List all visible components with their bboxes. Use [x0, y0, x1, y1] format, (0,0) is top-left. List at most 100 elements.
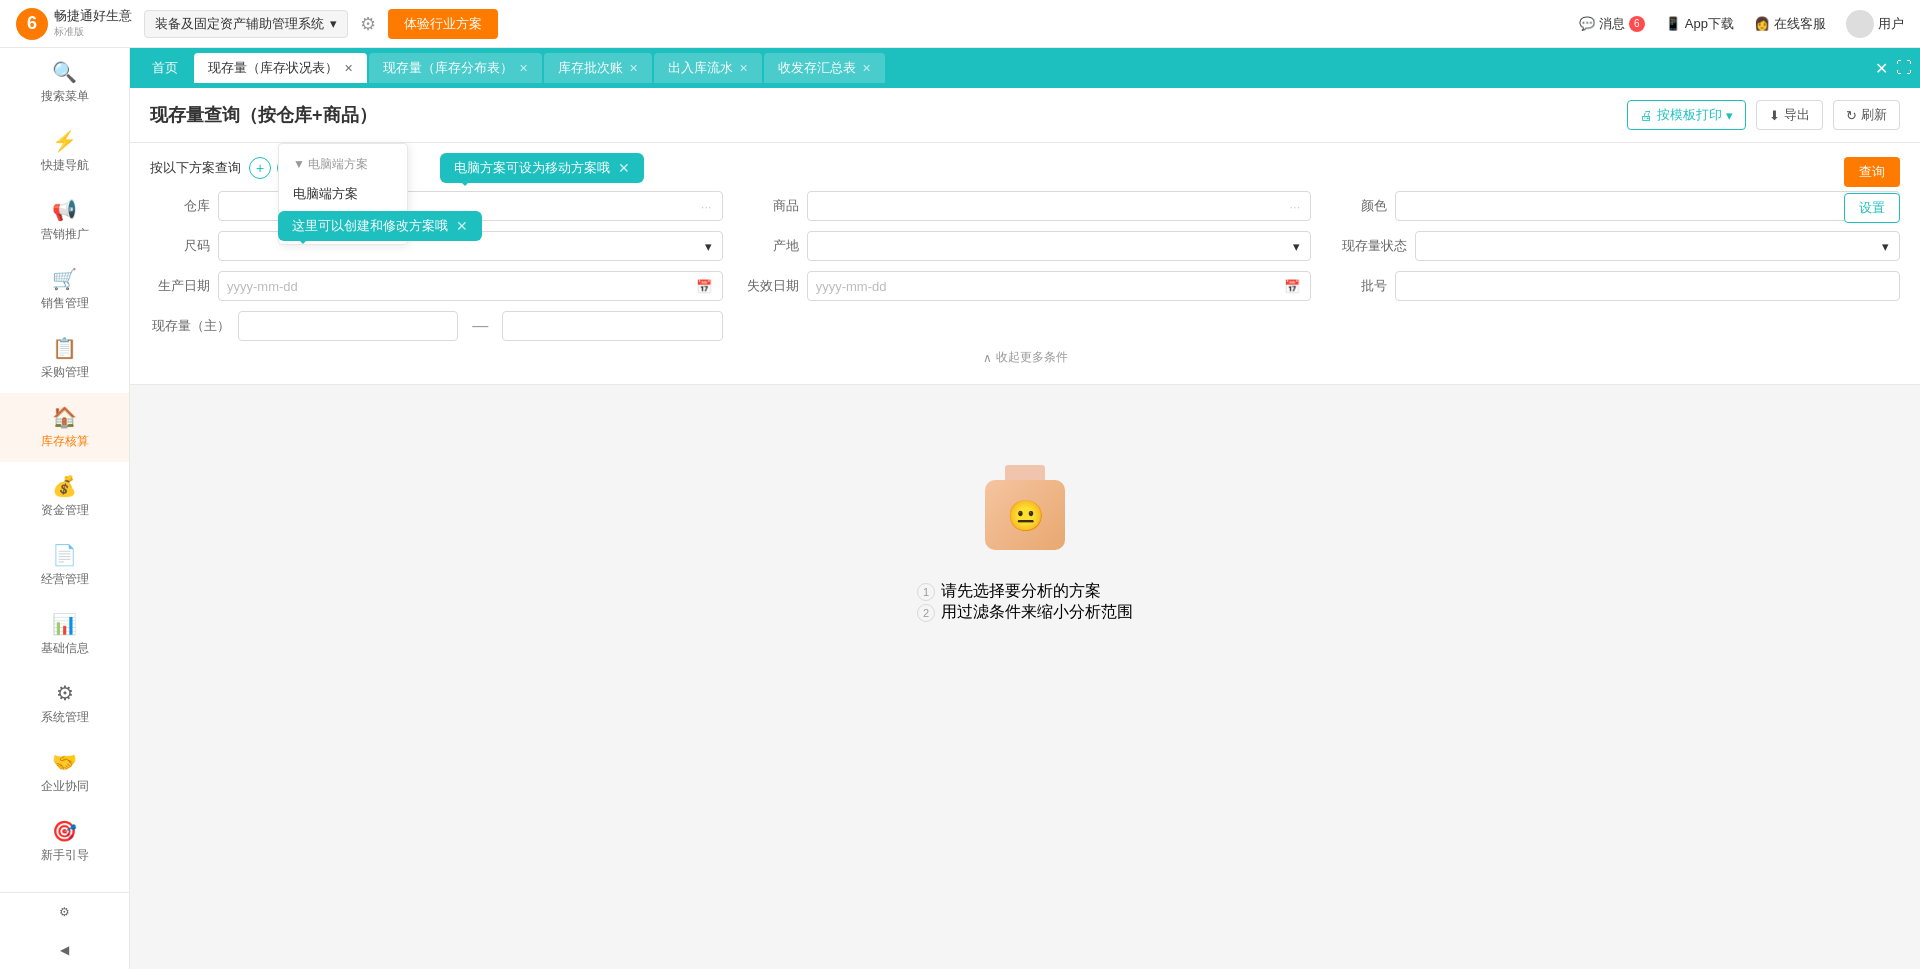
search-button[interactable]: 查询: [1844, 157, 1900, 187]
sidebar-item-system[interactable]: ⚙ 系统管理: [0, 669, 129, 738]
batch-input[interactable]: [1395, 271, 1900, 301]
tab-batch-ledger[interactable]: 库存批次账 ✕: [544, 53, 652, 83]
industry-button[interactable]: 体验行业方案: [388, 9, 498, 39]
empty-face-emoji: 😐: [1007, 498, 1044, 533]
sidebar-settings-button[interactable]: ⚙: [0, 893, 129, 931]
message-badge: 6: [1629, 16, 1645, 32]
user-menu[interactable]: 用户: [1846, 10, 1904, 38]
empty-box-lid: [1005, 465, 1045, 480]
logo: 6 畅捷通好生意 标准版: [16, 8, 132, 40]
tab-collect-summary[interactable]: 收发存汇总表 ✕: [764, 53, 885, 83]
enterprise-icon: 🤝: [52, 750, 77, 774]
step-2-text: 用过滤条件来缩小分析范围: [941, 602, 1133, 623]
tab-expand-icon[interactable]: ⛶: [1896, 59, 1912, 77]
sidebar-collapse-button[interactable]: ◀: [0, 931, 129, 969]
tab-inventory-status-label: 现存量（库存状况表）: [208, 59, 338, 77]
sidebar-item-finance[interactable]: 💰 资金管理: [0, 462, 129, 531]
tab-inventory-dist-close[interactable]: ✕: [519, 62, 528, 75]
tab-inout-flow-label: 出入库流水: [668, 59, 733, 77]
expire-date-calendar-icon[interactable]: 📅: [1284, 279, 1300, 294]
phone-icon: 📱: [1665, 16, 1681, 31]
tab-batch-ledger-close[interactable]: ✕: [629, 62, 638, 75]
base-icon: 📊: [52, 612, 77, 636]
sidebar-item-marketing[interactable]: 📢 营销推广: [0, 186, 129, 255]
tab-inventory-status-close[interactable]: ✕: [344, 62, 353, 75]
expire-date-placeholder: yyyy-mm-dd: [816, 279, 887, 294]
print-button[interactable]: 🖨 按模板打印 ▾: [1627, 100, 1746, 130]
expire-date-input[interactable]: yyyy-mm-dd 📅: [807, 271, 1312, 301]
sidebar-item-nav[interactable]: ⚡ 快捷导航: [0, 117, 129, 186]
settings-button[interactable]: 设置: [1844, 193, 1900, 223]
empty-step-2: 2 用过滤条件来缩小分析范围: [917, 602, 1133, 623]
add-scheme-button[interactable]: +: [249, 157, 271, 179]
filter-field-origin: 产地 ▾: [739, 231, 1312, 261]
sidebar-label-marketing: 营销推广: [41, 226, 89, 243]
top-bar-left: 6 畅捷通好生意 标准版 装备及固定资产辅助管理系统 ▾ ⚙ 体验行业方案: [16, 8, 498, 40]
export-button[interactable]: ⬇ 导出: [1756, 100, 1823, 130]
empty-box-shape: 😐: [985, 480, 1065, 550]
sidebar-label-system: 系统管理: [41, 709, 89, 726]
sidebar-item-base[interactable]: 📊 基础信息: [0, 600, 129, 669]
color-label: 颜色: [1327, 197, 1387, 215]
sidebar-label-search: 搜索菜单: [41, 88, 89, 105]
export-label: 导出: [1784, 106, 1810, 124]
scheme-section-pc: ▼ 电脑端方案: [279, 152, 407, 177]
system-icon: ⚙: [56, 681, 74, 705]
tab-inventory-dist-label: 现存量（库存分布表）: [383, 59, 513, 77]
warehouse-label: 仓库: [150, 197, 210, 215]
sidebar-item-inventory[interactable]: 🏠 库存核算: [0, 393, 129, 462]
goods-input[interactable]: ···: [807, 191, 1312, 221]
stock-qty-max-input[interactable]: [502, 311, 722, 341]
tooltip1-close[interactable]: ✕: [618, 160, 630, 176]
produce-date-calendar-icon[interactable]: 📅: [696, 279, 712, 294]
stock-qty-min-input[interactable]: [238, 311, 458, 341]
messages-button[interactable]: 💬 消息 6: [1579, 15, 1645, 33]
tab-inout-flow-close[interactable]: ✕: [739, 62, 748, 75]
produce-date-placeholder: yyyy-mm-dd: [227, 279, 298, 294]
refresh-button[interactable]: ↻ 刷新: [1833, 100, 1900, 130]
gear-icon[interactable]: ⚙: [360, 13, 376, 35]
step-1-text: 请先选择要分析的方案: [941, 581, 1101, 602]
filter-field-stock-qty: 现存量（主） —: [150, 311, 723, 341]
system-selector[interactable]: 装备及固定资产辅助管理系统 ▾: [144, 10, 348, 38]
filter-header: 按以下方案查询 + ✎ ← ▼ 电脑端方案 电脑端方案: [150, 157, 1900, 179]
tooltip2-close[interactable]: ✕: [456, 218, 468, 234]
sidebar-bottom: ⚙ ◀: [0, 892, 129, 969]
sidebar-item-search[interactable]: 🔍 搜索菜单: [0, 48, 129, 117]
filter-field-expire-date: 失效日期 yyyy-mm-dd 📅: [739, 271, 1312, 301]
sidebar-item-operation[interactable]: 📄 经营管理: [0, 531, 129, 600]
goods-label: 商品: [739, 197, 799, 215]
filter-collapse-button[interactable]: ∧ 收起更多条件: [150, 341, 1900, 374]
sidebar-item-guide[interactable]: 🎯 新手引导: [0, 807, 129, 876]
scheme-item-pc[interactable]: 电脑端方案: [279, 177, 407, 211]
main-layout: 🔍 搜索菜单 ⚡ 快捷导航 📢 营销推广 🛒 销售管理 📋 采购管理 🏠 库存核…: [0, 48, 1920, 969]
size-label: 尺码: [150, 237, 210, 255]
sidebar-item-enterprise[interactable]: 🤝 企业协同: [0, 738, 129, 807]
top-bar-right: 💬 消息 6 📱 App下载 👩 在线客服 用户: [1579, 10, 1904, 38]
origin-select[interactable]: ▾: [807, 231, 1312, 261]
online-service-button[interactable]: 👩 在线客服: [1754, 15, 1826, 33]
produce-date-input[interactable]: yyyy-mm-dd 📅: [218, 271, 723, 301]
tab-collect-summary-close[interactable]: ✕: [862, 62, 871, 75]
collapse-label: 收起更多条件: [996, 349, 1068, 366]
message-label: 消息: [1599, 15, 1625, 33]
app-download-button[interactable]: 📱 App下载: [1665, 15, 1734, 33]
collapse-chevron-icon: ∧: [983, 351, 992, 365]
stock-status-select[interactable]: ▾: [1415, 231, 1900, 261]
page-title: 现存量查询（按仓库+商品）: [150, 103, 377, 127]
tab-inventory-dist[interactable]: 现存量（库存分布表） ✕: [369, 53, 542, 83]
color-select[interactable]: ▾: [1395, 191, 1900, 221]
sidebar-item-purchase[interactable]: 📋 采购管理: [0, 324, 129, 393]
tab-inventory-status[interactable]: 现存量（库存状况表） ✕: [194, 53, 367, 83]
filter-area: 电脑方案可设为移动方案哦 ✕ 这里可以创建和修改方案哦 ✕ 按以下方案查询 + …: [130, 143, 1920, 385]
finance-icon: 💰: [52, 474, 77, 498]
filter-field-produce-date: 生产日期 yyyy-mm-dd 📅: [150, 271, 723, 301]
sidebar-item-sales[interactable]: 🛒 销售管理: [0, 255, 129, 324]
print-label: 按模板打印: [1657, 106, 1722, 124]
tab-home[interactable]: 首页: [138, 53, 192, 83]
tab-inout-flow[interactable]: 出入库流水 ✕: [654, 53, 762, 83]
tab-close-all-icon[interactable]: ✕: [1875, 59, 1888, 78]
tab-home-label: 首页: [152, 59, 178, 77]
chevron-down-icon: ▾: [330, 16, 337, 31]
message-icon: 💬: [1579, 16, 1595, 31]
